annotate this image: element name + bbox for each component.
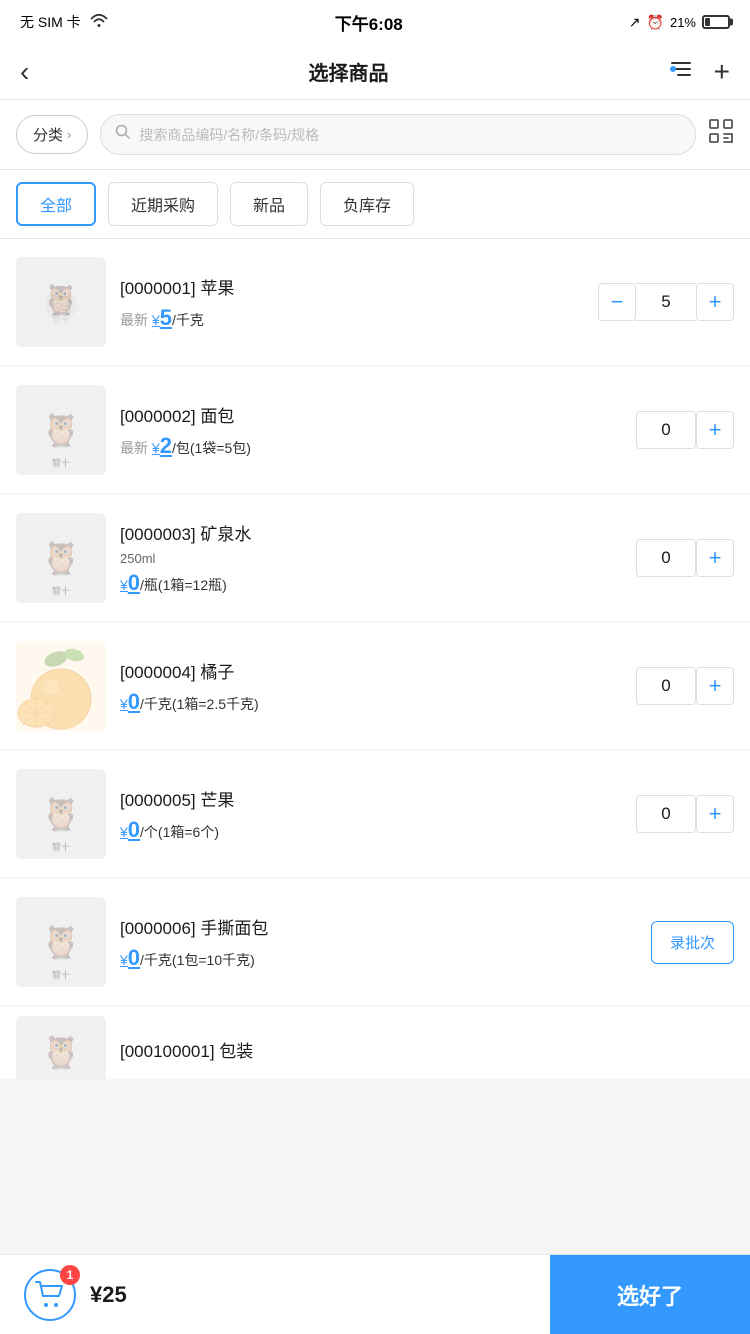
- wifi-icon: [89, 12, 109, 32]
- product-image-0000005: 🦉 智十: [16, 769, 106, 859]
- product-item-0000001: 鸮 🦉 智十 [0000001] 苹果 最新 ¥5/千克 − +: [0, 239, 750, 365]
- search-placeholder: 搜索商品编码/名称/条码/规格: [139, 125, 319, 145]
- product-name-0000005: [0000005] 芒果: [120, 786, 622, 811]
- product-info-0000002: [0000002] 面包 最新 ¥2/包(1袋=5包): [120, 402, 622, 459]
- product-image-0000006: 🦉 智十: [16, 897, 106, 987]
- tab-recent[interactable]: 近期采购: [108, 182, 218, 226]
- category-label: 分类: [33, 124, 63, 145]
- back-button[interactable]: ‹: [20, 56, 29, 88]
- product-price-0000001: 最新 ¥5/千克: [120, 305, 584, 331]
- product-info-0000004: [0000004] 橘子 ¥0/千克(1箱=2.5千克): [120, 658, 622, 715]
- product-name-0000001: [0000001] 苹果: [120, 274, 584, 299]
- qty-plus-0000002[interactable]: +: [696, 411, 734, 449]
- filter-tabs: 全部 近期采购 新品 负库存: [0, 170, 750, 239]
- qty-plus-0000005[interactable]: +: [696, 795, 734, 833]
- qty-control-0000003: +: [636, 539, 734, 577]
- qty-control-0000001: − +: [598, 283, 734, 321]
- product-image-0000003: 🦉 智十: [16, 513, 106, 603]
- tab-negative[interactable]: 负库存: [320, 182, 414, 226]
- qty-minus-0000001[interactable]: −: [598, 283, 636, 321]
- qty-plus-0000001[interactable]: +: [696, 283, 734, 321]
- svg-text:🦉: 🦉: [42, 283, 79, 317]
- nav-right: +: [668, 56, 730, 88]
- cart-total: ¥25: [90, 1282, 127, 1308]
- product-item-0000006: 🦉 智十 [0000006] 手撕面包 ¥0/千克(1包=10千克) 录批次: [0, 879, 750, 1005]
- category-chevron-icon: ›: [67, 127, 71, 142]
- product-image-0000004: [16, 641, 106, 731]
- battery-percent: 21%: [670, 15, 696, 30]
- product-list: 鸮 🦉 智十 [0000001] 苹果 最新 ¥5/千克 − + 🦉 智十 [0…: [0, 239, 750, 1079]
- qty-input-0000001[interactable]: [636, 283, 696, 321]
- product-image-0000002: 🦉 智十: [16, 385, 106, 475]
- location-icon: ↗: [629, 14, 641, 31]
- qty-control-0000004: +: [636, 667, 734, 705]
- product-item-0000005: 🦉 智十 [0000005] 芒果 ¥0/个(1箱=6个) +: [0, 751, 750, 877]
- bottom-bar: 1 ¥25 选好了: [0, 1254, 750, 1334]
- qty-control-0000005: +: [636, 795, 734, 833]
- qty-input-0000005[interactable]: [636, 795, 696, 833]
- product-name-0000006: [0000006] 手撕面包: [120, 914, 637, 939]
- cart-button[interactable]: 1: [24, 1269, 76, 1321]
- tab-new[interactable]: 新品: [230, 182, 308, 226]
- filter-icon[interactable]: [668, 56, 694, 88]
- product-price-0000002: 最新 ¥2/包(1袋=5包): [120, 433, 622, 459]
- product-price-0000006: ¥0/千克(1包=10千克): [120, 945, 637, 971]
- add-icon[interactable]: +: [714, 56, 730, 88]
- search-icon: [115, 124, 131, 145]
- cart-badge: 1: [60, 1265, 80, 1285]
- product-item-partial: 🦉 [000100001] 包装: [0, 1007, 750, 1079]
- product-item-0000004: [0000004] 橘子 ¥0/千克(1箱=2.5千克) +: [0, 623, 750, 749]
- product-image-partial: 🦉: [16, 1016, 106, 1079]
- carrier-label: 无 SIM 卡: [20, 12, 81, 32]
- scan-icon[interactable]: [708, 118, 734, 151]
- toolbar: 分类 › 搜索商品编码/名称/条码/规格: [0, 100, 750, 170]
- nav-bar: ‹ 选择商品 +: [0, 44, 750, 100]
- product-info-partial: [000100001] 包装: [120, 1037, 734, 1068]
- status-left: 无 SIM 卡: [20, 12, 109, 32]
- confirm-button[interactable]: 选好了: [550, 1255, 750, 1334]
- product-info-0000006: [0000006] 手撕面包 ¥0/千克(1包=10千克): [120, 914, 637, 971]
- product-price-0000005: ¥0/个(1箱=6个): [120, 817, 622, 843]
- qty-input-0000004[interactable]: [636, 667, 696, 705]
- product-price-0000003: ¥0/瓶(1箱=12瓶): [120, 570, 622, 596]
- product-name-0000004: [0000004] 橘子: [120, 658, 622, 683]
- qty-input-0000002[interactable]: [636, 411, 696, 449]
- product-image-0000001: 鸮 🦉 智十: [16, 257, 106, 347]
- status-bar: 无 SIM 卡 下午6:08 ↗ ⏰ 21%: [0, 0, 750, 44]
- product-info-0000003: [0000003] 矿泉水 250ml ¥0/瓶(1箱=12瓶): [120, 520, 622, 596]
- product-price-0000004: ¥0/千克(1箱=2.5千克): [120, 689, 622, 715]
- battery-icon: [702, 15, 730, 29]
- page-title: 选择商品: [308, 57, 388, 86]
- product-name-0000002: [0000002] 面包: [120, 402, 622, 427]
- category-button[interactable]: 分类 ›: [16, 115, 88, 154]
- product-item-0000002: 🦉 智十 [0000002] 面包 最新 ¥2/包(1袋=5包) +: [0, 367, 750, 493]
- status-time: 下午6:08: [335, 10, 403, 35]
- qty-plus-0000003[interactable]: +: [696, 539, 734, 577]
- cart-section: 1 ¥25: [0, 1269, 550, 1321]
- qty-input-0000003[interactable]: [636, 539, 696, 577]
- product-info-0000005: [0000005] 芒果 ¥0/个(1箱=6个): [120, 786, 622, 843]
- product-spec-0000003: 250ml: [120, 551, 622, 566]
- svg-text:智十: 智十: [51, 314, 69, 325]
- product-item-0000003: 🦉 智十 [0000003] 矿泉水 250ml ¥0/瓶(1箱=12瓶) +: [0, 495, 750, 621]
- qty-plus-0000004[interactable]: +: [696, 667, 734, 705]
- product-name-0000003: [0000003] 矿泉水: [120, 520, 622, 545]
- alarm-icon: ⏰: [647, 14, 664, 31]
- tab-all[interactable]: 全部: [16, 182, 96, 226]
- qty-control-0000002: +: [636, 411, 734, 449]
- product-name-partial: [000100001] 包装: [120, 1037, 734, 1062]
- nav-left: ‹: [20, 56, 29, 88]
- product-info-0000001: [0000001] 苹果 最新 ¥5/千克: [120, 274, 584, 331]
- status-right: ↗ ⏰ 21%: [629, 14, 730, 31]
- record-batch-button[interactable]: 录批次: [651, 921, 734, 964]
- search-bar[interactable]: 搜索商品编码/名称/条码/规格: [100, 114, 696, 155]
